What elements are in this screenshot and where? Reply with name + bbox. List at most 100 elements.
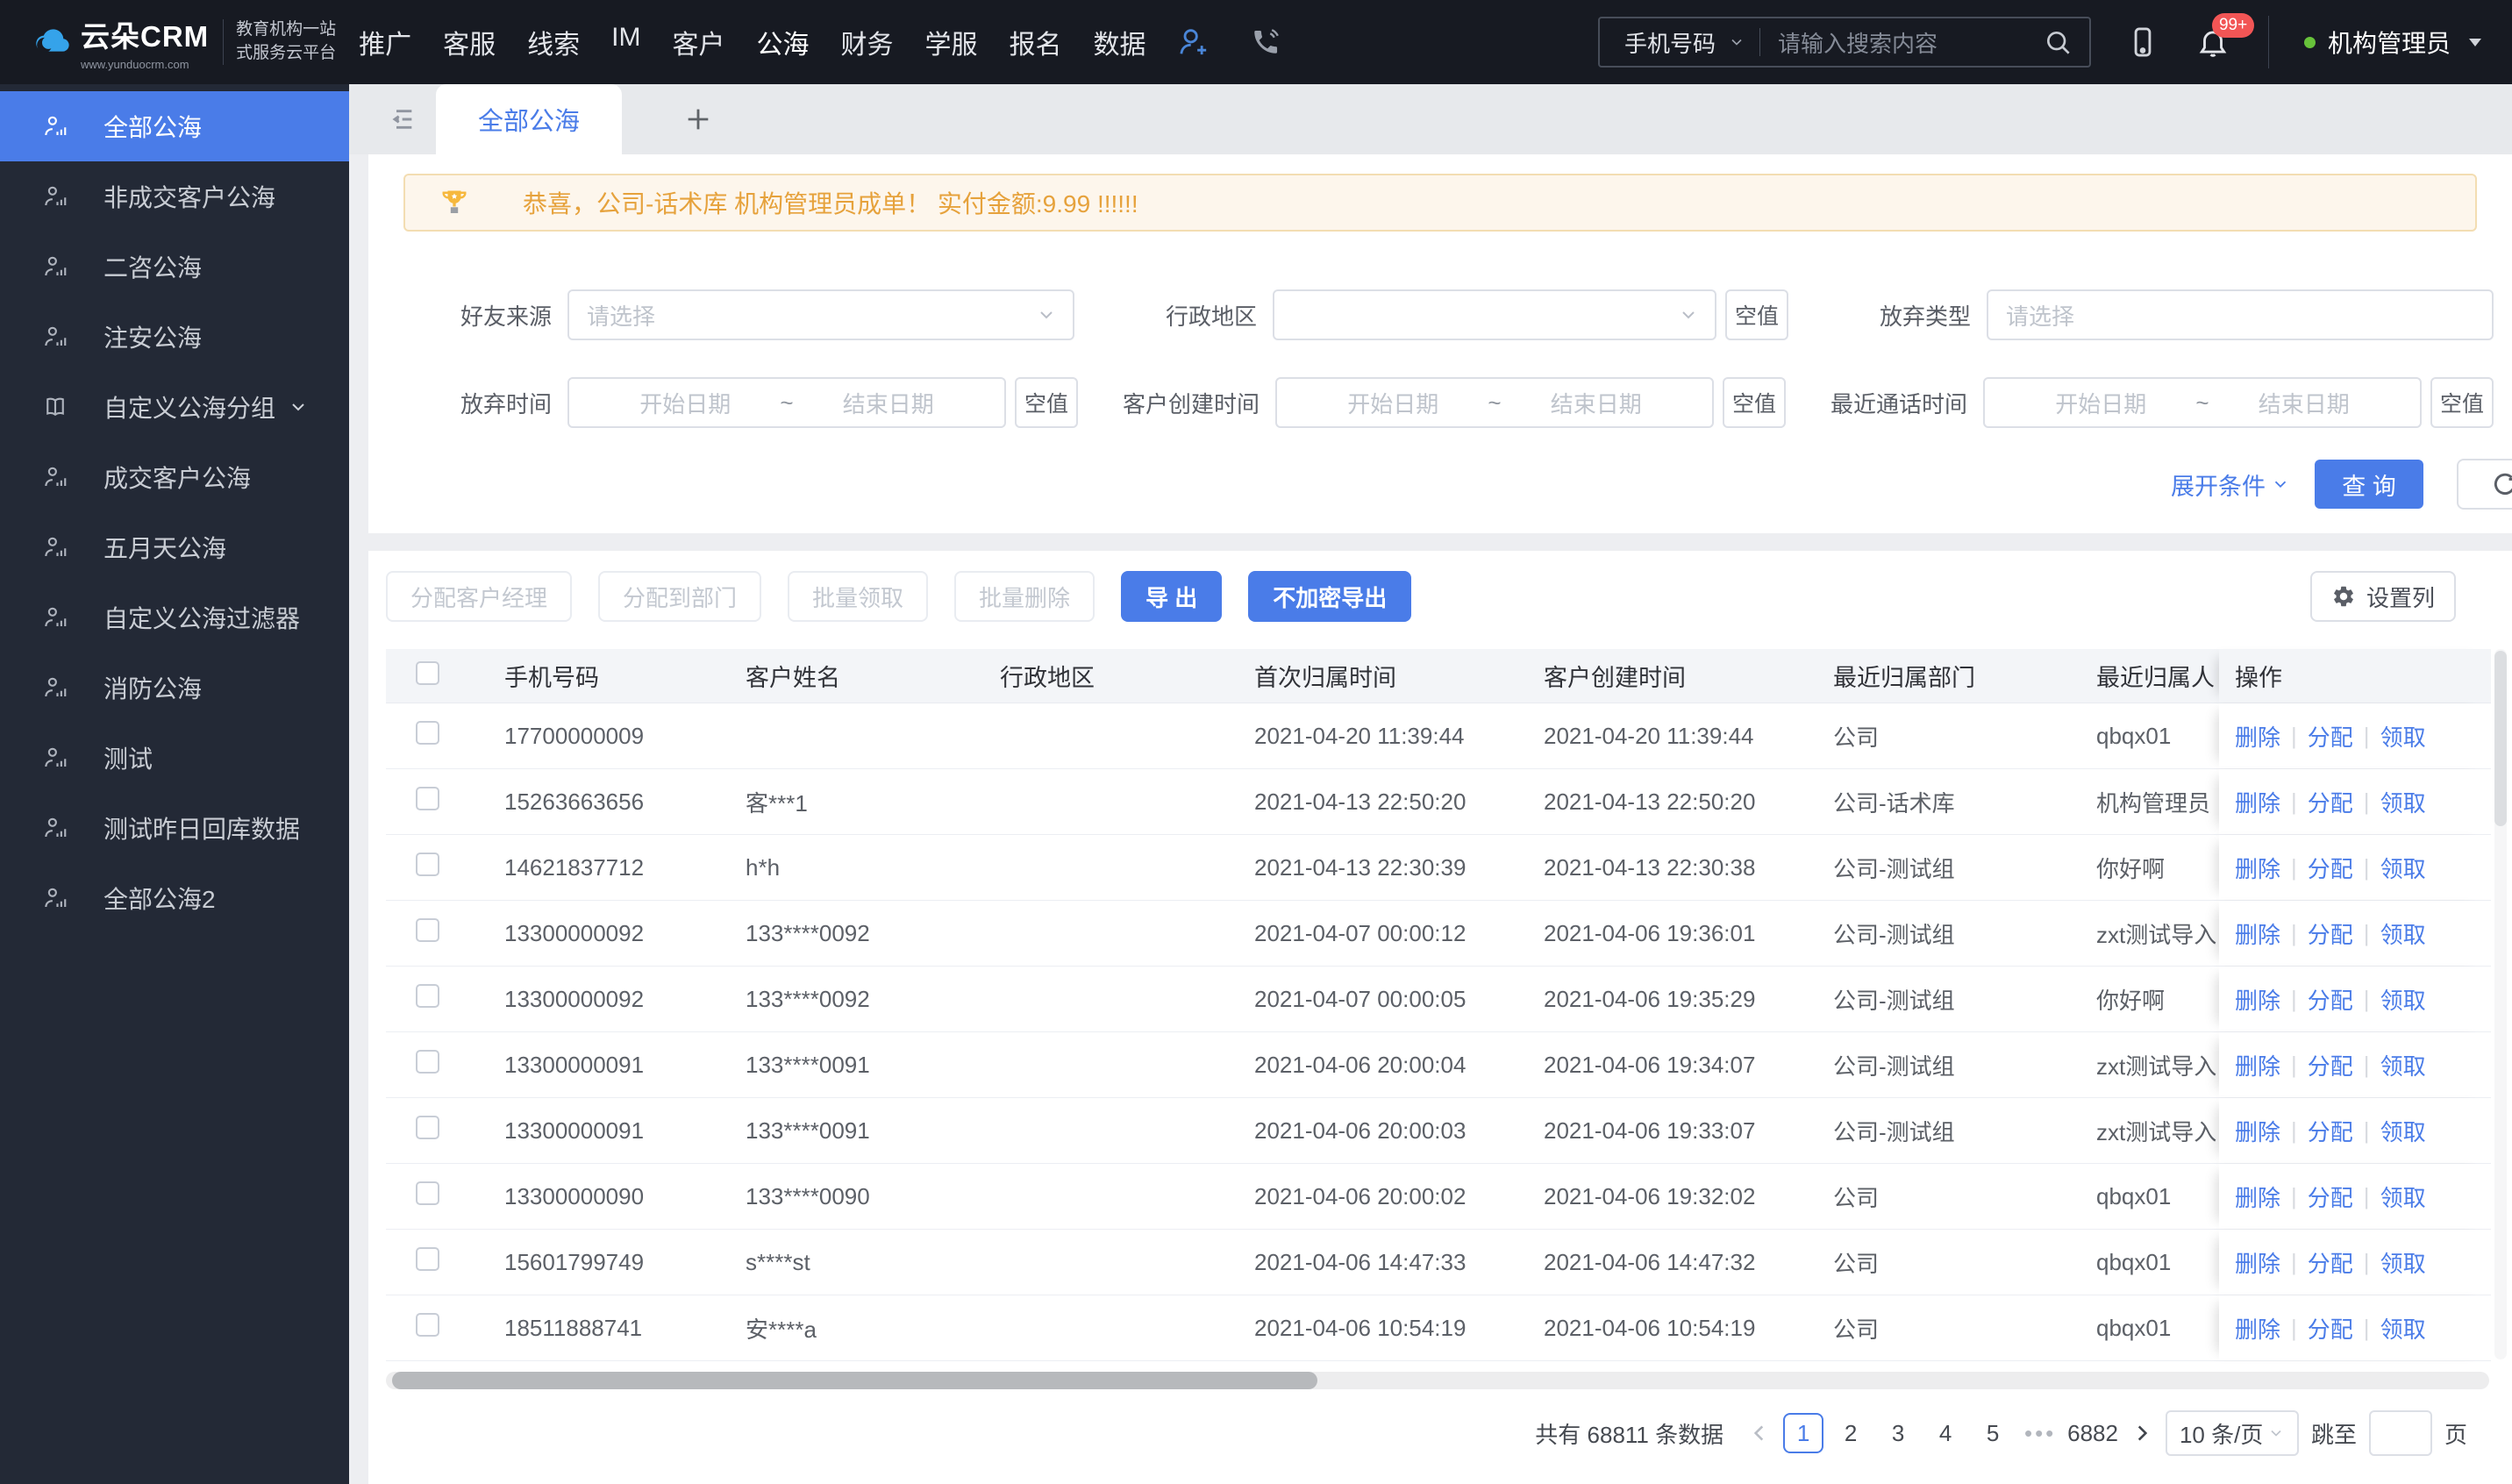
sidebar-item-消防公海[interactable]: 消防公海	[0, 653, 349, 723]
horizontal-scrollbar-thumb[interactable]	[392, 1372, 1317, 1389]
action-删除[interactable]: 删除	[2235, 786, 2280, 818]
phone-icon[interactable]	[1250, 26, 1281, 58]
search-icon[interactable]	[2044, 28, 2072, 56]
next-page-button[interactable]	[2130, 1422, 2153, 1445]
horizontal-scrollbar[interactable]	[386, 1372, 2489, 1389]
sidebar-item-成交客户公海[interactable]: 成交客户公海	[0, 442, 349, 512]
notification-bell-icon[interactable]: 99+	[2196, 13, 2255, 59]
row-checkbox[interactable]	[416, 853, 439, 876]
action-分配[interactable]: 分配	[2308, 1312, 2353, 1345]
action-领取[interactable]: 领取	[2380, 720, 2426, 753]
action-分配[interactable]: 分配	[2308, 983, 2353, 1016]
row-checkbox[interactable]	[416, 918, 439, 942]
vertical-scrollbar-thumb[interactable]	[2494, 651, 2507, 826]
search-input[interactable]: 请输入搜索内容	[1778, 26, 2044, 59]
tab-all-pool[interactable]: 全部公海	[436, 84, 622, 154]
action-删除[interactable]: 删除	[2235, 1115, 2280, 1147]
add-user-icon[interactable]	[1176, 25, 1211, 60]
nav-item-客服[interactable]: 客服	[443, 23, 496, 61]
empty-value-button[interactable]: 空值	[2430, 377, 2494, 428]
jump-page-input[interactable]	[2368, 1410, 2432, 1456]
vertical-scrollbar[interactable]	[2494, 649, 2507, 1359]
nav-item-公海[interactable]: 公海	[757, 23, 810, 61]
action-领取[interactable]: 领取	[2380, 1181, 2426, 1213]
page-size-select[interactable]: 10 条/页	[2165, 1410, 2299, 1456]
filter-daterange-放弃时间[interactable]: 开始日期 ~ 结束日期	[567, 377, 1006, 428]
action-分配[interactable]: 分配	[2308, 720, 2353, 753]
action-分配[interactable]: 分配	[2308, 1181, 2353, 1213]
action-领取[interactable]: 领取	[2380, 1312, 2426, 1345]
page-6882[interactable]: 6882	[2067, 1413, 2118, 1453]
action-领取[interactable]: 领取	[2380, 1049, 2426, 1081]
sidebar-item-全部公海[interactable]: 全部公海	[0, 91, 349, 161]
action-删除[interactable]: 删除	[2235, 1181, 2280, 1213]
prev-page-button[interactable]	[1748, 1422, 1771, 1445]
action-分配[interactable]: 分配	[2308, 852, 2353, 884]
sidebar-item-非成交客户公海[interactable]: 非成交客户公海	[0, 161, 349, 232]
action-删除[interactable]: 删除	[2235, 983, 2280, 1016]
user-menu[interactable]: 机构管理员	[2328, 25, 2451, 60]
filter-select-行政地区[interactable]	[1273, 289, 1716, 340]
row-checkbox[interactable]	[416, 787, 439, 810]
toolbar-button-分配到部门[interactable]: 分配到部门	[598, 571, 762, 622]
action-删除[interactable]: 删除	[2235, 720, 2280, 753]
nav-item-学服[interactable]: 学服	[925, 23, 978, 61]
filter-daterange-客户创建时间[interactable]: 开始日期 ~ 结束日期	[1275, 377, 1714, 428]
action-领取[interactable]: 领取	[2380, 983, 2426, 1016]
action-领取[interactable]: 领取	[2380, 1246, 2426, 1279]
refresh-button[interactable]	[2457, 459, 2512, 510]
action-领取[interactable]: 领取	[2380, 852, 2426, 884]
mobile-icon[interactable]	[2126, 25, 2159, 59]
nav-item-财务[interactable]: 财务	[841, 23, 894, 61]
caret-down-icon[interactable]	[2465, 32, 2486, 53]
toolbar-button-导出[interactable]: 导 出	[1121, 571, 1223, 622]
action-删除[interactable]: 删除	[2235, 852, 2280, 884]
search-category-select[interactable]: 手机号码	[1600, 26, 1759, 59]
action-分配[interactable]: 分配	[2308, 1115, 2353, 1147]
row-checkbox[interactable]	[416, 1247, 439, 1271]
sidebar-item-五月天公海[interactable]: 五月天公海	[0, 512, 349, 582]
action-分配[interactable]: 分配	[2308, 917, 2353, 950]
sidebar-item-测试昨日回库数据[interactable]: 测试昨日回库数据	[0, 793, 349, 863]
nav-item-线索[interactable]: 线索	[527, 23, 580, 61]
sidebar-item-二咨公海[interactable]: 二咨公海	[0, 232, 349, 302]
action-领取[interactable]: 领取	[2380, 1115, 2426, 1147]
row-checkbox[interactable]	[416, 984, 439, 1008]
nav-item-推广[interactable]: 推广	[359, 23, 411, 61]
filter-select-好友来源[interactable]: 请选择	[567, 289, 1074, 340]
filter-input-放弃类型[interactable]: 请选择	[1987, 289, 2494, 340]
action-分配[interactable]: 分配	[2308, 1049, 2353, 1081]
row-checkbox[interactable]	[416, 1181, 439, 1205]
empty-value-button[interactable]: 空值	[1725, 289, 1788, 340]
page-1[interactable]: 1	[1783, 1413, 1824, 1453]
collapse-sidebar-icon[interactable]	[389, 105, 417, 133]
row-checkbox[interactable]	[416, 1050, 439, 1074]
action-删除[interactable]: 删除	[2235, 1312, 2280, 1345]
page-2[interactable]: 2	[1830, 1413, 1871, 1453]
expand-conditions-link[interactable]: 展开条件	[2171, 467, 2290, 502]
select-all-checkbox[interactable]	[416, 660, 439, 685]
page-3[interactable]: 3	[1878, 1413, 1918, 1453]
page-4[interactable]: 4	[1925, 1413, 1966, 1453]
action-分配[interactable]: 分配	[2308, 1246, 2353, 1279]
sidebar-item-全部公海2[interactable]: 全部公海2	[0, 863, 349, 933]
nav-item-报名[interactable]: 报名	[1010, 23, 1062, 61]
sidebar-item-测试[interactable]: 测试	[0, 723, 349, 793]
query-button[interactable]: 查 询	[2315, 460, 2423, 509]
nav-item-IM[interactable]: IM	[611, 23, 640, 61]
filter-daterange-最近通话时间[interactable]: 开始日期 ~ 结束日期	[1983, 377, 2422, 428]
row-checkbox[interactable]	[416, 721, 439, 745]
nav-item-数据[interactable]: 数据	[1094, 23, 1146, 61]
toolbar-button-批量删除[interactable]: 批量删除	[954, 571, 1095, 622]
action-删除[interactable]: 删除	[2235, 917, 2280, 950]
sidebar-item-自定义公海过滤器[interactable]: 自定义公海过滤器	[0, 582, 349, 653]
page-5[interactable]: 5	[1973, 1413, 2013, 1453]
toolbar-button-不加密导出[interactable]: 不加密导出	[1248, 571, 1412, 622]
add-tab-button[interactable]	[683, 104, 713, 134]
sidebar-item-注安公海[interactable]: 注安公海	[0, 302, 349, 372]
toolbar-button-批量领取[interactable]: 批量领取	[788, 571, 929, 622]
action-删除[interactable]: 删除	[2235, 1049, 2280, 1081]
toolbar-button-分配客户经理[interactable]: 分配客户经理	[386, 571, 573, 622]
action-领取[interactable]: 领取	[2380, 917, 2426, 950]
nav-item-客户[interactable]: 客户	[673, 23, 725, 61]
